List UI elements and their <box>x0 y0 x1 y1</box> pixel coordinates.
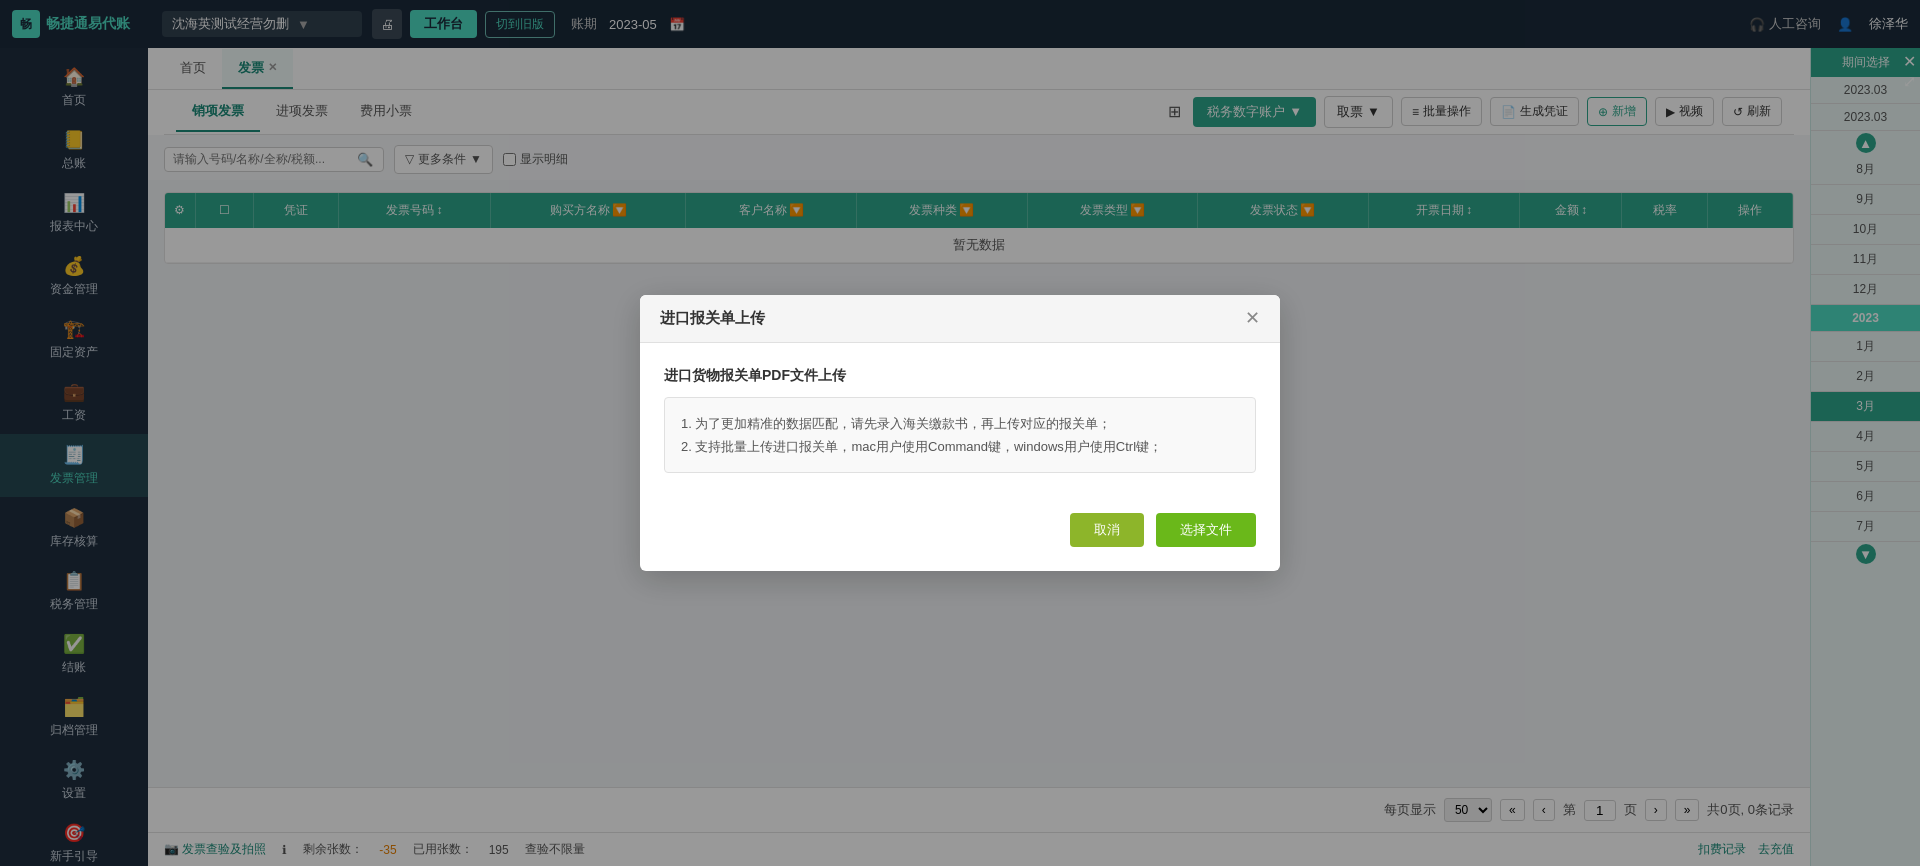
modal-info-line2: 2. 支持批量上传进口报关单，mac用户使用Command键，windows用户… <box>681 435 1239 458</box>
modal-section-title: 进口货物报关单PDF文件上传 <box>664 367 1256 385</box>
modal-select-file-button[interactable]: 选择文件 <box>1156 513 1256 547</box>
import-customs-modal: 进口报关单上传 ✕ 进口货物报关单PDF文件上传 1. 为了更加精准的数据匹配，… <box>640 295 1280 572</box>
modal-close-button[interactable]: ✕ <box>1245 309 1260 327</box>
modal-overlay[interactable]: 进口报关单上传 ✕ 进口货物报关单PDF文件上传 1. 为了更加精准的数据匹配，… <box>0 0 1920 866</box>
modal-footer: 取消 选择文件 <box>640 513 1280 571</box>
modal-info-box: 1. 为了更加精准的数据匹配，请先录入海关缴款书，再上传对应的报关单； 2. 支… <box>664 397 1256 474</box>
modal-cancel-button[interactable]: 取消 <box>1070 513 1144 547</box>
modal-info-line1: 1. 为了更加精准的数据匹配，请先录入海关缴款书，再上传对应的报关单； <box>681 412 1239 435</box>
modal-header: 进口报关单上传 ✕ <box>640 295 1280 343</box>
modal-body: 进口货物报关单PDF文件上传 1. 为了更加精准的数据匹配，请先录入海关缴款书，… <box>640 343 1280 514</box>
modal-title: 进口报关单上传 <box>660 309 765 328</box>
